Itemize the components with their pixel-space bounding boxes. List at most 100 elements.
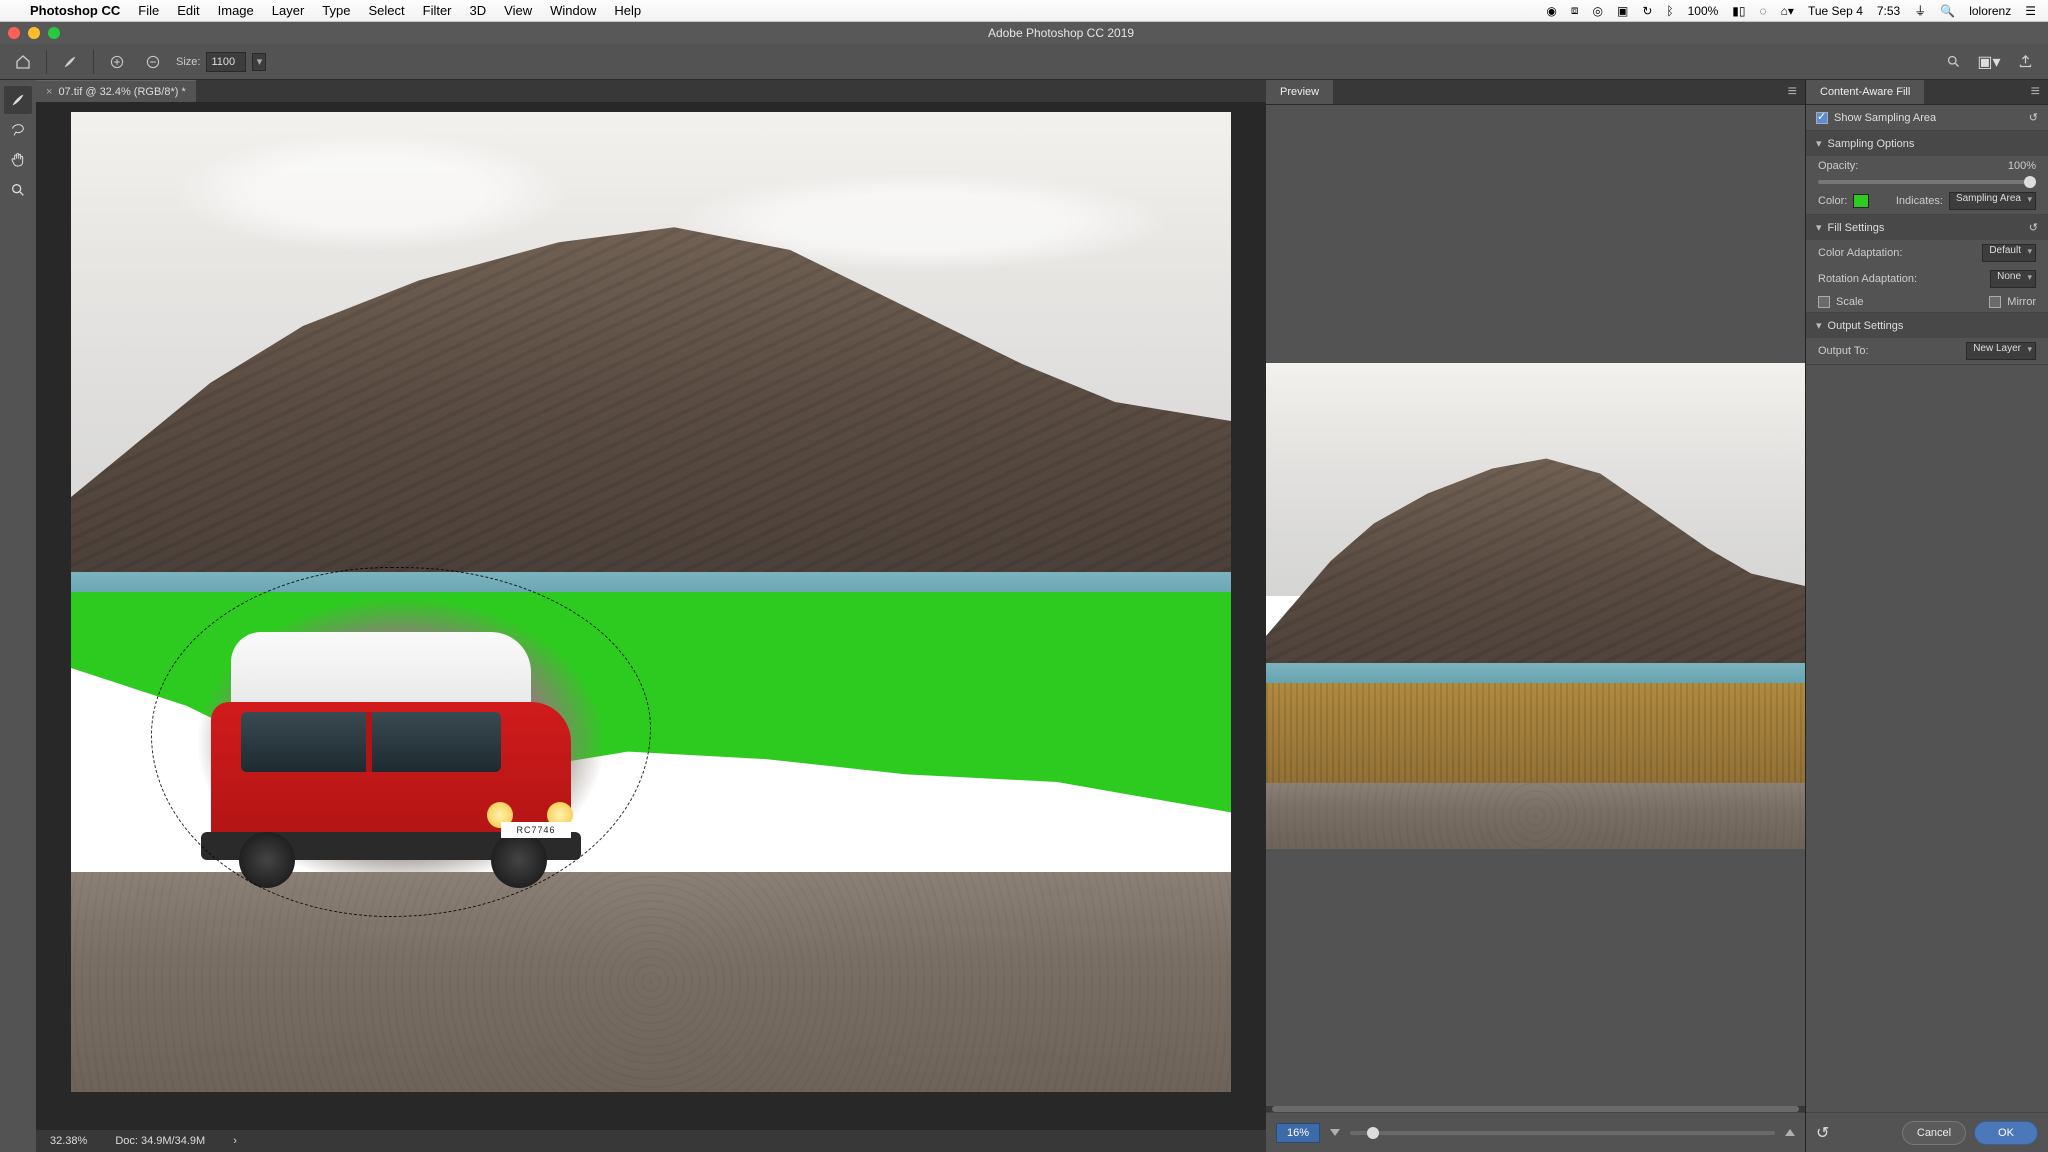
document-status-bar: 32.38% Doc: 34.9M/34.9M › (36, 1130, 1266, 1152)
battery-text[interactable]: 100% (1688, 4, 1719, 18)
tools-panel (0, 80, 36, 1152)
user-name[interactable]: lolorenz (1969, 4, 2011, 18)
menu-select[interactable]: Select (368, 3, 404, 18)
brush-size-dropdown[interactable]: ▾ (252, 53, 266, 71)
scale-checkbox[interactable] (1818, 296, 1830, 308)
image-van: RC7746 (161, 572, 641, 912)
macos-menubar: Photoshop CC File Edit Image Layer Type … (0, 0, 2048, 22)
opacity-value[interactable]: 100% (2008, 160, 2036, 172)
output-settings-header[interactable]: ▾ Output Settings (1806, 313, 2048, 338)
window-maximize-button[interactable] (48, 27, 60, 39)
output-to-label: Output To: (1818, 345, 1869, 357)
caf-panel-tab[interactable]: Content-Aware Fill (1806, 80, 1924, 104)
wifi-icon[interactable]: ⏚ (1914, 2, 1926, 19)
shield-icon[interactable]: ◉ (1546, 4, 1556, 18)
preview-zoom-slider[interactable] (1350, 1131, 1775, 1135)
color-adaptation-label: Color Adaptation: (1818, 247, 1902, 259)
clock-date[interactable]: Tue Sep 4 (1808, 4, 1863, 18)
window-close-button[interactable] (8, 27, 20, 39)
menu-3d[interactable]: 3D (470, 3, 487, 18)
current-tool-brush-icon[interactable] (57, 49, 83, 75)
search-icon[interactable] (1940, 49, 1966, 75)
zoom-tool[interactable] (4, 176, 32, 204)
menu-type[interactable]: Type (322, 3, 350, 18)
subtract-from-selection-icon[interactable] (140, 49, 166, 75)
preview-result (1266, 363, 1805, 849)
ring-icon[interactable]: ◌ (1760, 4, 1767, 18)
menu-window[interactable]: Window (550, 3, 596, 18)
fill-settings-header[interactable]: ▾ Fill Settings ↺ (1806, 215, 2048, 240)
close-tab-icon[interactable]: × (46, 86, 52, 98)
image-cloud (171, 132, 571, 252)
home-button[interactable] (10, 49, 36, 75)
menu-filter[interactable]: Filter (423, 3, 452, 18)
canvas-viewport[interactable]: RC7746 (36, 102, 1266, 1130)
app-name[interactable]: Photoshop CC (30, 3, 120, 18)
ok-button[interactable]: OK (1974, 1121, 2038, 1145)
cc-icon[interactable]: ◎ (1593, 4, 1603, 18)
spotlight-icon[interactable]: 🔍 (1940, 4, 1955, 18)
menu-help[interactable]: Help (614, 3, 641, 18)
workspace-switcher-icon[interactable]: ▣▾ (1976, 49, 2002, 75)
options-bar: Size: ▾ ▣▾ (0, 44, 2048, 80)
preview-zoom-controls (1266, 1112, 1805, 1152)
color-adaptation-select[interactable]: Default (1982, 244, 2036, 262)
clock-time[interactable]: 7:53 (1877, 4, 1900, 18)
menu-edit[interactable]: Edit (177, 3, 199, 18)
mirror-checkbox[interactable] (1989, 296, 2001, 308)
show-sampling-checkbox[interactable] (1816, 112, 1828, 124)
share-icon[interactable] (2012, 49, 2038, 75)
home-menu-icon[interactable]: ⌂▾ (1781, 4, 1794, 18)
brush-size-input[interactable] (206, 52, 246, 72)
window-titlebar: Adobe Photoshop CC 2019 (0, 22, 2048, 44)
cancel-button[interactable]: Cancel (1902, 1121, 1966, 1145)
menu-layer[interactable]: Layer (272, 3, 305, 18)
battery-icon[interactable]: ▮▯ (1732, 4, 1745, 18)
rotation-adaptation-select[interactable]: None (1990, 270, 2036, 288)
zoom-status[interactable]: 32.38% (50, 1135, 87, 1147)
window-minimize-button[interactable] (28, 27, 40, 39)
opacity-label: Opacity: (1818, 160, 1858, 172)
opacity-slider[interactable] (1818, 180, 2036, 184)
chevron-down-icon: ▾ (1816, 137, 1822, 150)
control-center-icon[interactable]: ☰ (2025, 4, 2036, 18)
dropbox-icon[interactable]: ⧈ (1571, 3, 1579, 18)
chevron-down-icon: ▾ (1816, 319, 1822, 332)
document-canvas[interactable]: RC7746 (71, 112, 1231, 1092)
menu-image[interactable]: Image (218, 3, 254, 18)
mirror-label: Mirror (2007, 296, 2036, 308)
caf-panel-menu-icon[interactable]: ≡ (2023, 83, 2048, 101)
menu-view[interactable]: View (504, 3, 532, 18)
color-label: Color: (1818, 195, 1847, 207)
show-sampling-label: Show Sampling Area (1834, 112, 1936, 124)
screencapture-icon[interactable]: ▣ (1617, 4, 1628, 18)
menu-file[interactable]: File (138, 3, 159, 18)
preview-viewport[interactable] (1266, 105, 1805, 1106)
preview-zoom-input[interactable] (1276, 1123, 1320, 1143)
chevron-down-icon: ▾ (1816, 221, 1822, 234)
sampling-options-header[interactable]: ▾ Sampling Options (1806, 131, 2048, 156)
output-to-select[interactable]: New Layer (1966, 342, 2036, 360)
sync-icon[interactable]: ↻ (1642, 4, 1652, 18)
reset-fill-icon[interactable]: ↺ (2029, 221, 2038, 234)
hand-tool[interactable] (4, 146, 32, 174)
indicates-select[interactable]: Sampling Area (1949, 192, 2036, 210)
rotation-adaptation-label: Rotation Adaptation: (1818, 273, 1917, 285)
reset-all-icon[interactable]: ↺ (1816, 1123, 1829, 1143)
reset-section-icon[interactable]: ↺ (2029, 111, 2038, 124)
document-tab-bar: × 07.tif @ 32.4% (RGB/8*) * (36, 80, 1266, 102)
sampling-color-swatch[interactable] (1853, 194, 1869, 208)
doc-size-status[interactable]: Doc: 34.9M/34.9M (115, 1135, 205, 1147)
document-tab[interactable]: × 07.tif @ 32.4% (RGB/8*) * (36, 80, 196, 102)
indicates-label: Indicates: (1896, 195, 1943, 207)
zoom-in-icon[interactable] (1785, 1129, 1795, 1136)
sampling-brush-tool[interactable] (4, 86, 32, 114)
lasso-tool[interactable] (4, 116, 32, 144)
status-flyout-icon[interactable]: › (233, 1135, 237, 1147)
preview-panel-menu-icon[interactable]: ≡ (1780, 83, 1805, 101)
add-to-selection-icon[interactable] (104, 49, 130, 75)
zoom-out-icon[interactable] (1330, 1129, 1340, 1136)
document-tab-label: 07.tif @ 32.4% (RGB/8*) * (58, 86, 185, 98)
preview-tab[interactable]: Preview (1266, 80, 1333, 104)
bluetooth-icon[interactable]: ᛒ (1666, 4, 1673, 18)
